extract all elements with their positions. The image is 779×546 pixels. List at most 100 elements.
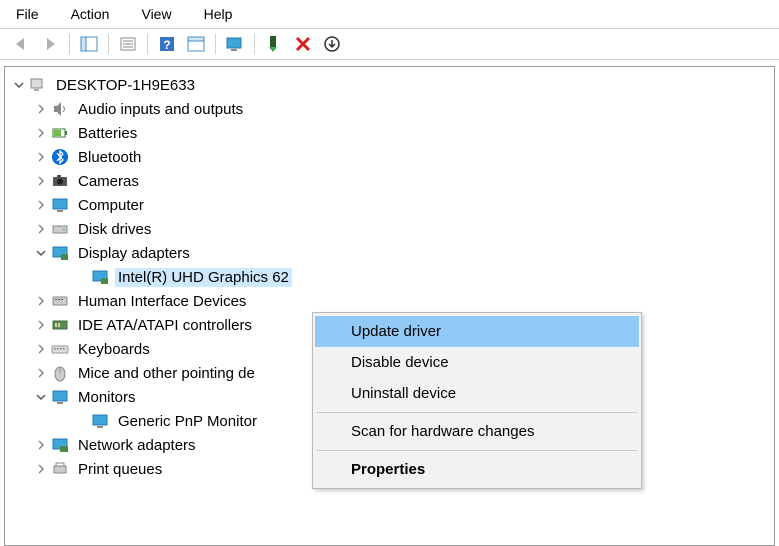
toolbar-separator bbox=[215, 34, 216, 54]
tree-item-label: Audio inputs and outputs bbox=[75, 100, 246, 119]
expand-arrow-icon[interactable] bbox=[33, 221, 49, 237]
tree-item-audio[interactable]: Audio inputs and outputs bbox=[5, 97, 774, 121]
tree-item-label: Disk drives bbox=[75, 220, 154, 239]
tree-item-label: IDE ATA/ATAPI controllers bbox=[75, 316, 255, 335]
no-arrow bbox=[73, 269, 89, 285]
expand-arrow-icon[interactable] bbox=[33, 101, 49, 117]
enable-device-button[interactable] bbox=[261, 32, 287, 56]
monitor-icon bbox=[89, 410, 111, 432]
context-uninstall-device[interactable]: Uninstall device bbox=[315, 378, 639, 409]
tree-item-label: Human Interface Devices bbox=[75, 292, 249, 311]
tree-root-label: DESKTOP-1H9E633 bbox=[53, 76, 198, 95]
tree-item-label: Print queues bbox=[75, 460, 165, 479]
toolbar-separator bbox=[254, 34, 255, 54]
expand-arrow-icon[interactable] bbox=[33, 437, 49, 453]
toolbar-separator bbox=[147, 34, 148, 54]
help-icon: ? bbox=[158, 35, 176, 53]
details-icon bbox=[187, 36, 205, 52]
disable-x-icon bbox=[295, 36, 311, 52]
expand-arrow-icon[interactable] bbox=[33, 341, 49, 357]
tree-item-display-adapters[interactable]: Display adapters bbox=[5, 241, 774, 265]
update-circle-icon bbox=[323, 35, 341, 53]
expand-arrow-icon[interactable] bbox=[33, 197, 49, 213]
details-button[interactable] bbox=[183, 32, 209, 56]
collapse-arrow-icon[interactable] bbox=[33, 389, 49, 405]
tree-item-bluetooth[interactable]: Bluetooth bbox=[5, 145, 774, 169]
tree-item-label: Mice and other pointing de bbox=[75, 364, 258, 383]
menubar: File Action View Help bbox=[0, 0, 779, 28]
tree-item-label: Batteries bbox=[75, 124, 140, 143]
context-disable-device[interactable]: Disable device bbox=[315, 347, 639, 378]
printer-icon bbox=[49, 458, 71, 480]
keyboard-icon bbox=[49, 338, 71, 360]
context-update-driver[interactable]: Update driver bbox=[315, 316, 639, 347]
collapse-arrow-icon[interactable] bbox=[11, 77, 27, 93]
monitor-scan-icon bbox=[226, 36, 244, 52]
expand-arrow-icon[interactable] bbox=[33, 173, 49, 189]
display-adapter-icon bbox=[49, 242, 71, 264]
expand-arrow-icon[interactable] bbox=[33, 125, 49, 141]
menu-action[interactable]: Action bbox=[65, 4, 116, 24]
tree-item-disk-drives[interactable]: Disk drives bbox=[5, 217, 774, 241]
tree-root[interactable]: DESKTOP-1H9E633 bbox=[5, 73, 774, 97]
expand-arrow-icon[interactable] bbox=[33, 293, 49, 309]
speaker-icon bbox=[49, 98, 71, 120]
tree-item-label: Monitors bbox=[75, 388, 139, 407]
no-arrow bbox=[73, 413, 89, 429]
display-adapter-icon bbox=[89, 266, 111, 288]
ide-controller-icon bbox=[49, 314, 71, 336]
forward-arrow-icon bbox=[41, 35, 59, 53]
svg-text:?: ? bbox=[163, 38, 170, 52]
battery-icon bbox=[49, 122, 71, 144]
context-separator bbox=[317, 450, 637, 451]
expand-arrow-icon[interactable] bbox=[33, 365, 49, 381]
context-separator bbox=[317, 412, 637, 413]
properties-button[interactable] bbox=[115, 32, 141, 56]
menu-file[interactable]: File bbox=[10, 4, 45, 24]
tree-item-label: Cameras bbox=[75, 172, 142, 191]
monitor-icon bbox=[49, 194, 71, 216]
tree-item-hid[interactable]: Human Interface Devices bbox=[5, 289, 774, 313]
tree-item-intel-graphics[interactable]: Intel(R) UHD Graphics 62 bbox=[5, 265, 774, 289]
disable-device-button[interactable] bbox=[290, 32, 316, 56]
scan-hardware-button[interactable] bbox=[222, 32, 248, 56]
context-properties[interactable]: Properties bbox=[315, 454, 639, 485]
menu-help[interactable]: Help bbox=[198, 4, 239, 24]
tree-item-label: Keyboards bbox=[75, 340, 153, 359]
tree-toggle-icon bbox=[80, 36, 98, 52]
mouse-icon bbox=[49, 362, 71, 384]
help-button[interactable]: ? bbox=[154, 32, 180, 56]
toolbar-separator bbox=[108, 34, 109, 54]
tree-item-label: Network adapters bbox=[75, 436, 199, 455]
enable-device-icon bbox=[266, 35, 282, 53]
disk-icon bbox=[49, 218, 71, 240]
bluetooth-icon bbox=[49, 146, 71, 168]
collapse-arrow-icon[interactable] bbox=[33, 245, 49, 261]
back-button[interactable] bbox=[8, 32, 34, 56]
hid-icon bbox=[49, 290, 71, 312]
show-hide-tree-button[interactable] bbox=[76, 32, 102, 56]
camera-icon bbox=[49, 170, 71, 192]
tree-item-label: Intel(R) UHD Graphics 62 bbox=[115, 268, 292, 287]
tree-item-label: Bluetooth bbox=[75, 148, 144, 167]
context-scan-hardware[interactable]: Scan for hardware changes bbox=[315, 416, 639, 447]
properties-icon bbox=[119, 36, 137, 52]
update-driver-button[interactable] bbox=[319, 32, 345, 56]
tree-item-label: Generic PnP Monitor bbox=[115, 412, 260, 431]
back-arrow-icon bbox=[12, 35, 30, 53]
toolbar-separator bbox=[69, 34, 70, 54]
tree-item-label: Computer bbox=[75, 196, 147, 215]
tree-item-label: Display adapters bbox=[75, 244, 193, 263]
forward-button[interactable] bbox=[37, 32, 63, 56]
tree-item-batteries[interactable]: Batteries bbox=[5, 121, 774, 145]
toolbar: ? bbox=[0, 28, 779, 60]
computer-icon bbox=[27, 74, 49, 96]
expand-arrow-icon[interactable] bbox=[33, 461, 49, 477]
expand-arrow-icon[interactable] bbox=[33, 149, 49, 165]
tree-item-computer[interactable]: Computer bbox=[5, 193, 774, 217]
monitor-icon bbox=[49, 386, 71, 408]
network-icon bbox=[49, 434, 71, 456]
menu-view[interactable]: View bbox=[135, 4, 177, 24]
tree-item-cameras[interactable]: Cameras bbox=[5, 169, 774, 193]
expand-arrow-icon[interactable] bbox=[33, 317, 49, 333]
